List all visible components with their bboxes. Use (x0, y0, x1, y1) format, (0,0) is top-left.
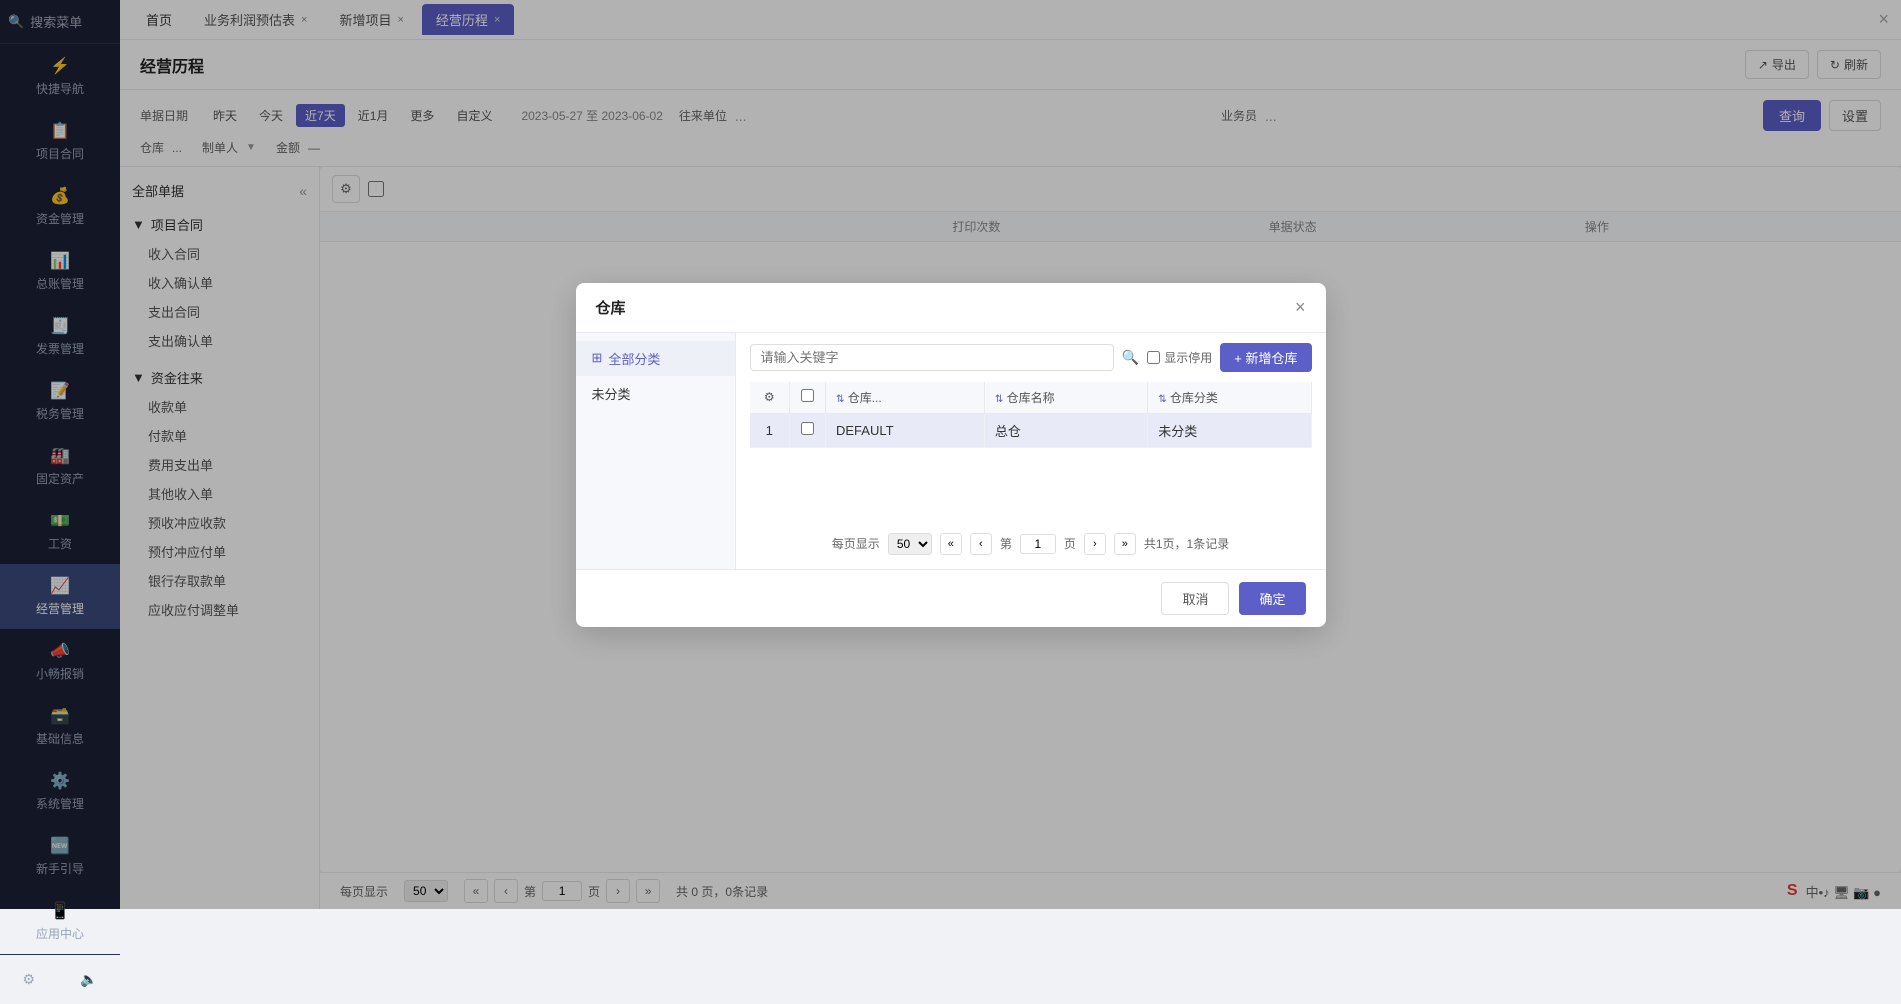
modal-body: ⊞ 全部分类 未分类 🔍 显示停用 (576, 333, 1326, 569)
modal-title: 仓库 (596, 297, 626, 318)
row-category: 未分类 (1148, 413, 1311, 447)
warehouse-modal: 仓库 × ⊞ 全部分类 未分类 (576, 283, 1326, 627)
modal-page-size-label: 每页显示 (832, 535, 880, 552)
modal-search-input[interactable] (750, 344, 1114, 371)
volume-icon[interactable]: 🔈 (80, 971, 97, 988)
row-name: 总仓 (984, 413, 1147, 447)
row-checkbox-input[interactable] (801, 422, 814, 435)
confirm-button[interactable]: 确定 (1239, 582, 1305, 615)
modal-table-header-row: ⚙ ⇅ 仓库... ⇅ (750, 382, 1312, 414)
modal-first-page[interactable]: « (940, 533, 962, 555)
settings-icon[interactable]: ⚙ (23, 971, 36, 988)
modal-category-all-label: 全部分类 (608, 349, 660, 368)
modal-page-label: 第 (1000, 535, 1012, 552)
modal-category-unclassified[interactable]: 未分类 (576, 376, 735, 411)
show-disabled-text: 显示停用 (1164, 349, 1212, 366)
sort-icon-category: ⇅ (1158, 394, 1166, 405)
modal-close-button[interactable]: × (1295, 297, 1306, 318)
modal-add-btn[interactable]: + 新增仓库 (1220, 343, 1311, 372)
row-checkbox (790, 413, 826, 447)
modal-page-size-select[interactable]: 50 (888, 533, 932, 555)
modal-footer: 取消 确定 (576, 569, 1326, 627)
row-code: DEFAULT (826, 413, 985, 447)
modal-category-all[interactable]: ⊞ 全部分类 (576, 341, 735, 376)
sort-icon-name: ⇅ (995, 394, 1003, 405)
col-warehouse-category[interactable]: ⇅ 仓库分类 (1148, 382, 1311, 414)
modal-pagination: 每页显示 50 « ‹ 第 页 › » 共1页，1条记录 (750, 525, 1312, 559)
modal-overlay: 仓库 × ⊞ 全部分类 未分类 (0, 0, 1901, 909)
modal-search-icon[interactable]: 🔍 (1122, 349, 1139, 366)
col-warehouse-name[interactable]: ⇅ 仓库名称 (984, 382, 1147, 414)
sidebar-item-label: 应用中心 (36, 925, 84, 942)
modal-next-page[interactable]: › (1084, 533, 1106, 555)
modal-prev-page[interactable]: ‹ (970, 533, 992, 555)
settings-header-icon[interactable]: ⚙ (764, 390, 775, 404)
modal-table-wrap: ⚙ ⇅ 仓库... ⇅ (750, 382, 1312, 525)
modal-table: ⚙ ⇅ 仓库... ⇅ (750, 382, 1312, 448)
modal-right-panel: 🔍 显示停用 + 新增仓库 ⚙ (736, 333, 1326, 569)
modal-header: 仓库 × (576, 283, 1326, 333)
col-warehouse-code[interactable]: ⇅ 仓库... (826, 382, 985, 414)
show-disabled-checkbox[interactable] (1147, 351, 1160, 364)
row-settings: 1 (750, 413, 790, 447)
col-checkbox (790, 382, 826, 414)
grid-icon: ⊞ (592, 350, 603, 366)
modal-unclassified-label: 未分类 (592, 384, 631, 403)
col-settings: ⚙ (750, 382, 790, 414)
modal-left-panel: ⊞ 全部分类 未分类 (576, 333, 736, 569)
modal-search-bar: 🔍 显示停用 + 新增仓库 (750, 343, 1312, 372)
sidebar-bottom: ⚙ 🔈 (0, 954, 120, 1004)
modal-total-label: 共1页，1条记录 (1144, 535, 1229, 552)
table-header-checkbox[interactable] (801, 389, 814, 402)
modal-last-page[interactable]: » (1114, 533, 1136, 555)
modal-category-scroll: ⊞ 全部分类 未分类 (576, 341, 735, 561)
sort-icon-code: ⇅ (836, 394, 844, 405)
modal-page-label-2: 页 (1064, 535, 1076, 552)
modal-show-disabled-label[interactable]: 显示停用 (1147, 349, 1212, 366)
cancel-button[interactable]: 取消 (1161, 582, 1229, 615)
modal-page-input[interactable] (1020, 534, 1056, 554)
table-row[interactable]: 1 DEFAULT 总仓 未分类 (750, 413, 1312, 447)
